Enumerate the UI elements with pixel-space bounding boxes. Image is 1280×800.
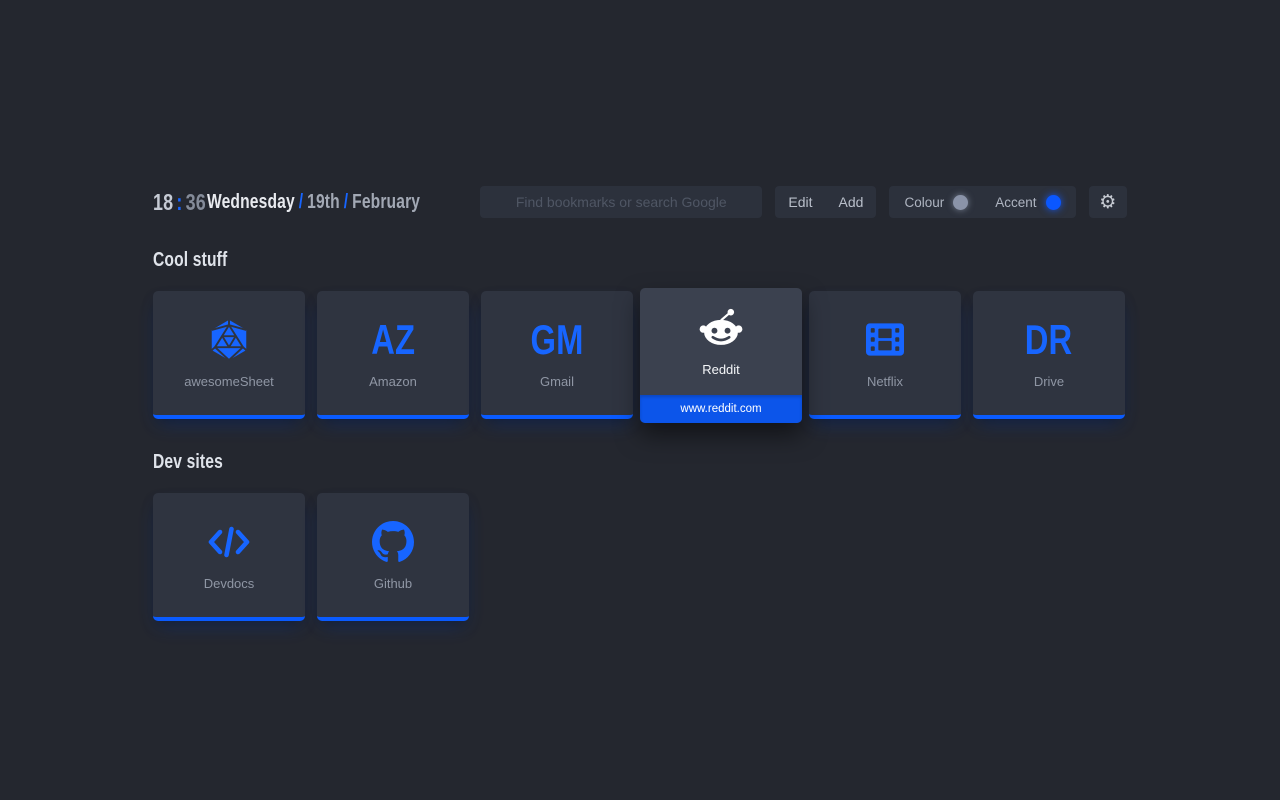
bookmark-card-drive[interactable]: DR Drive (973, 291, 1125, 419)
initials-icon: AZ (365, 318, 421, 362)
bookmark-card-devdocs[interactable]: Devdocs (153, 493, 305, 621)
bookmark-cell: DR Drive (973, 291, 1125, 419)
bookmark-grid-dev-sites: Devdocs Github (153, 493, 1127, 621)
initials-icon: GM (523, 318, 591, 362)
date-separator: / (344, 191, 348, 213)
film-icon (866, 318, 904, 362)
bookmark-card-awesomesheet[interactable]: awesomeSheet (153, 291, 305, 419)
accent-label: Accent (995, 195, 1036, 210)
top-bar: 18:36 Wednesday/19th/February Edit Add C… (153, 186, 1127, 218)
gem-icon (206, 318, 252, 362)
clock: 18:36 (153, 189, 206, 216)
bookmark-label: Gmail (540, 374, 574, 389)
bookmark-label: Reddit (702, 362, 740, 377)
edit-add-panel: Edit Add (775, 186, 876, 218)
reddit-icon (697, 306, 745, 350)
date-weekday: Wednesday (207, 191, 295, 213)
gear-icon: ⚙ (1099, 193, 1116, 212)
search-input[interactable] (480, 186, 762, 218)
accent-swatch[interactable] (1046, 195, 1061, 210)
new-tab-page: 18:36 Wednesday/19th/February Edit Add C… (153, 0, 1127, 621)
add-button[interactable]: Add (826, 186, 877, 218)
bookmark-cell: Reddit www.reddit.com (645, 291, 797, 419)
bookmark-label: awesomeSheet (184, 374, 274, 389)
bookmark-label: Drive (1034, 374, 1064, 389)
date-month: February (352, 191, 420, 213)
bookmark-card-github[interactable]: Github (317, 493, 469, 621)
clock-hours: 18 (153, 189, 173, 215)
bookmark-cell: AZ Amazon (317, 291, 469, 419)
bookmark-label: Amazon (369, 374, 417, 389)
bookmark-cell: Netflix (809, 291, 961, 419)
bookmark-card-body: Reddit (640, 288, 802, 395)
bookmark-cell: Github (317, 493, 469, 621)
bookmark-label: Netflix (867, 374, 903, 389)
settings-button[interactable]: ⚙ (1089, 186, 1127, 218)
url-tooltip: www.reddit.com (640, 395, 802, 423)
bookmark-card-amazon[interactable]: AZ Amazon (317, 291, 469, 419)
date: Wednesday/19th/February (207, 191, 420, 214)
date-separator: / (299, 191, 303, 213)
edit-button[interactable]: Edit (775, 186, 825, 218)
section-title-cool-stuff: Cool stuff (153, 249, 227, 272)
code-icon (207, 520, 251, 564)
section-title-dev-sites: Dev sites (153, 451, 223, 474)
initials-icon: DR (1018, 318, 1079, 362)
bookmark-card-netflix[interactable]: Netflix (809, 291, 961, 419)
bookmark-cell: awesomeSheet (153, 291, 305, 419)
bookmark-card-gmail[interactable]: GM Gmail (481, 291, 633, 419)
bookmark-label: Devdocs (204, 576, 255, 591)
clock-separator: : (176, 189, 182, 215)
bookmark-cell: GM Gmail (481, 291, 633, 419)
bookmark-card-reddit[interactable]: Reddit www.reddit.com (640, 288, 802, 423)
bookmark-cell: Devdocs (153, 493, 305, 621)
github-icon (372, 520, 414, 564)
date-day: 19th (307, 191, 340, 213)
bookmark-label: Github (374, 576, 412, 591)
clock-date: 18:36 Wednesday/19th/February (153, 189, 480, 216)
appearance-panel: Colour Accent (889, 186, 1075, 218)
colour-swatch[interactable] (953, 195, 968, 210)
clock-minutes: 36 (186, 189, 206, 215)
colour-label: Colour (904, 195, 944, 210)
bookmark-grid-cool-stuff: awesomeSheet AZ Amazon GM Gmail (153, 291, 1127, 419)
